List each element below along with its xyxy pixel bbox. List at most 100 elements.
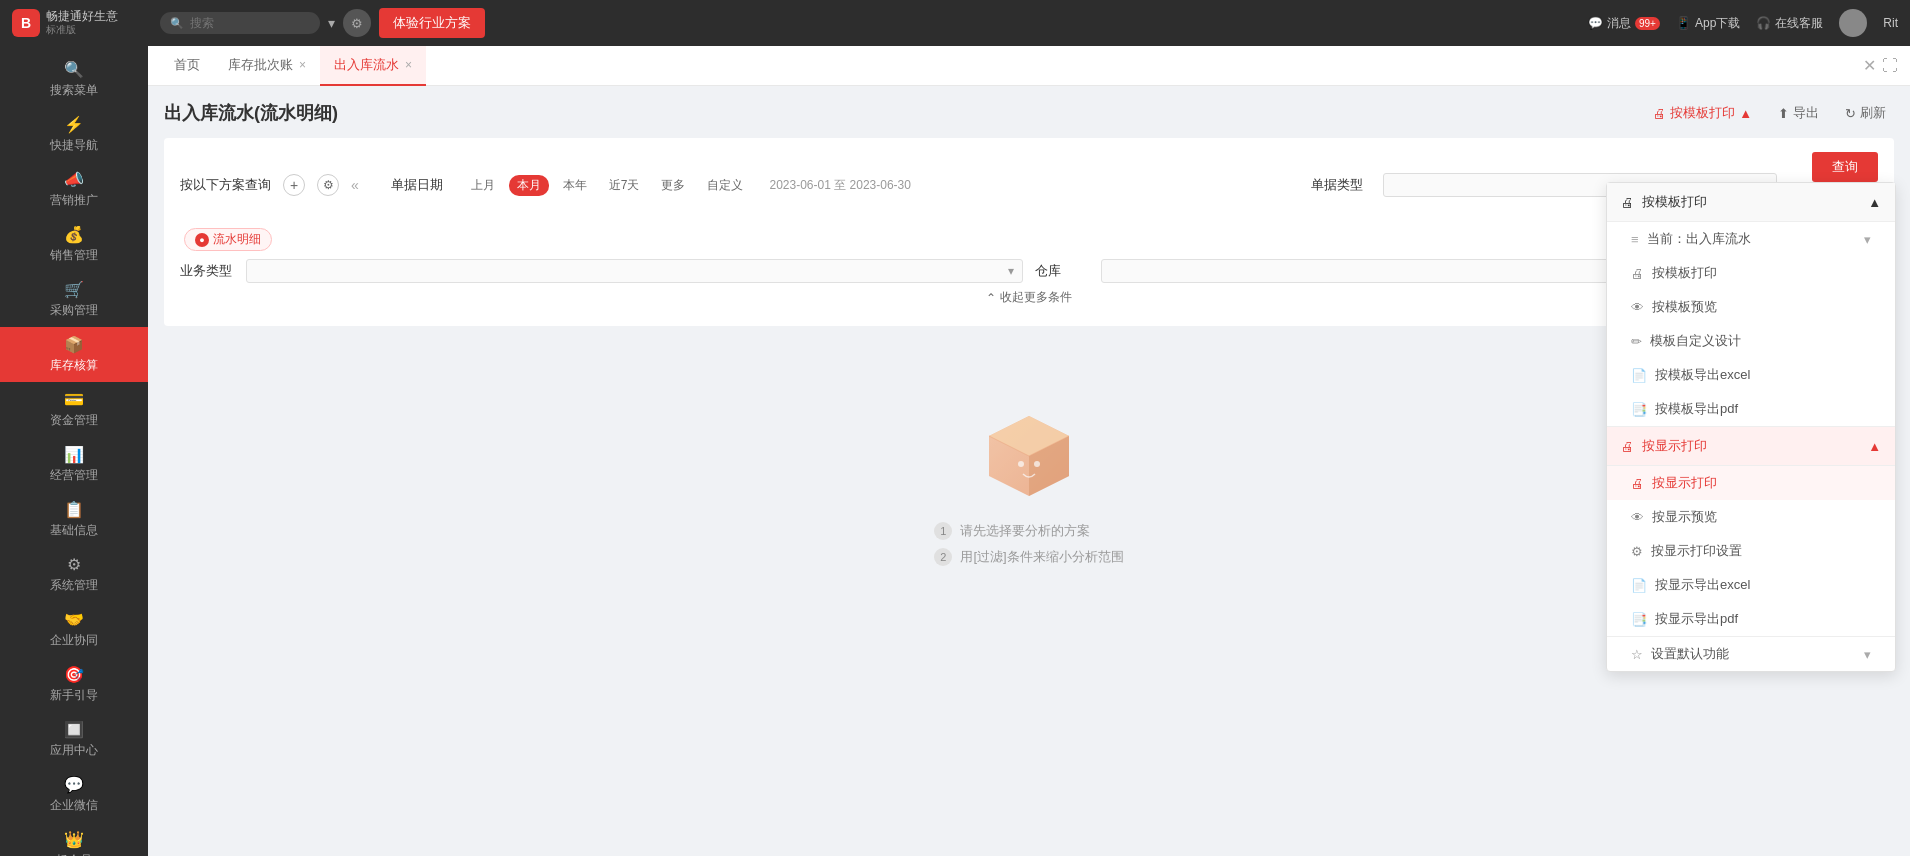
- template-custom-label: 模板自定义设计: [1650, 332, 1741, 350]
- collapse-more-label: 收起更多条件: [1000, 289, 1072, 306]
- collapse-arrow-icon: ⌃: [986, 291, 996, 305]
- sidebar-item-finance[interactable]: 💳 资金管理: [0, 382, 148, 437]
- page-title-bar: 出入库流水(流水明细) 🖨 按模板打印 ▲ ⬆ 导出 ↻ 刷新: [164, 100, 1894, 126]
- display-print-header-label: 按显示打印: [1642, 437, 1707, 455]
- sidebar-item-search[interactable]: 🔍 搜索菜单: [0, 52, 148, 107]
- sidebar-item-system[interactable]: ⚙ 系统管理: [0, 547, 148, 602]
- sidebar-item-inventory[interactable]: 📦 库存核算: [0, 327, 148, 382]
- sidebar-label-guide: 新手引导: [50, 687, 98, 704]
- page-title: 出入库流水(流水明细): [164, 101, 338, 125]
- default-icon: ☆: [1631, 647, 1643, 662]
- date-tab-more[interactable]: 更多: [653, 175, 693, 196]
- app-download-btn[interactable]: 📱 App下载: [1676, 15, 1740, 32]
- query-btn[interactable]: 查询: [1812, 152, 1878, 182]
- sidebar-item-enterprise[interactable]: 🤝 企业协同: [0, 602, 148, 657]
- search-input[interactable]: [190, 16, 300, 30]
- message-btn[interactable]: 💬 消息 99+: [1588, 15, 1660, 32]
- submenu-arrow-1: ▾: [1864, 232, 1871, 247]
- display-export-excel-item[interactable]: 📄 按显示导出excel: [1607, 568, 1895, 602]
- display-export-pdf-item[interactable]: 📑 按显示导出pdf: [1607, 602, 1895, 636]
- marketing-icon: 📣: [64, 170, 84, 189]
- sidebar-label-purchase: 采购管理: [50, 302, 98, 319]
- search-collapse-btn[interactable]: «: [351, 177, 359, 193]
- export-icon: ⬆: [1778, 106, 1789, 121]
- print-icon-2: 🖨: [1631, 266, 1644, 281]
- tab-home[interactable]: 首页: [160, 46, 214, 86]
- template-export-pdf-label: 按模板导出pdf: [1655, 400, 1738, 418]
- online-service-btn[interactable]: 🎧 在线客服: [1756, 15, 1823, 32]
- sidebar-item-app-center[interactable]: 🔲 应用中心: [0, 712, 148, 767]
- template-print-item[interactable]: 🖨 按模板打印: [1607, 256, 1895, 290]
- sidebar-item-operation[interactable]: 📊 经营管理: [0, 437, 148, 492]
- filter-tag: ● 流水明细: [184, 228, 272, 251]
- display-print-item[interactable]: 🖨 按显示打印: [1607, 466, 1895, 500]
- print-template-btn[interactable]: 🖨 按模板打印 ▲: [1645, 100, 1760, 126]
- template-export-excel-item[interactable]: 📄 按模板导出excel: [1607, 358, 1895, 392]
- settings-icon-2: ⚙: [1631, 544, 1643, 559]
- user-name: Rit: [1883, 16, 1898, 30]
- date-tab-custom[interactable]: 自定义: [699, 175, 751, 196]
- doc-type-label: 单据类型: [1311, 176, 1371, 194]
- export-btn[interactable]: ⬆ 导出: [1770, 100, 1827, 126]
- template-preview-label: 按模板预览: [1652, 298, 1717, 316]
- tab-home-label: 首页: [174, 56, 200, 74]
- quick-nav-icon: ⚡: [64, 115, 84, 134]
- sidebar-item-sales[interactable]: 💰 销售管理: [0, 217, 148, 272]
- tab-flow-close-btn[interactable]: ×: [405, 58, 412, 72]
- app-name: 畅捷通好生意: [46, 9, 118, 23]
- date-tab-last-month[interactable]: 上月: [463, 175, 503, 196]
- sidebar-item-quick-nav[interactable]: ⚡ 快捷导航: [0, 107, 148, 162]
- header-dropdown-icon[interactable]: ▾: [328, 15, 335, 31]
- app-center-icon: 🔲: [64, 720, 84, 739]
- display-print-settings-item[interactable]: ⚙ 按显示打印设置: [1607, 534, 1895, 568]
- header-settings-btn[interactable]: ⚙: [343, 9, 371, 37]
- display-print-section-header[interactable]: 🖨 按显示打印 ▲: [1607, 427, 1895, 466]
- main-layout: 🔍 搜索菜单 ⚡ 快捷导航 📣 营销推广 💰 销售管理 🛒 采购管理 📦 库存核…: [0, 46, 1910, 856]
- close-all-btn[interactable]: ✕: [1863, 56, 1876, 75]
- template-print-section-header[interactable]: 🖨 按模板打印 ▲: [1607, 183, 1895, 222]
- sidebar-item-wechat[interactable]: 💬 企业微信: [0, 767, 148, 822]
- search-icon: 🔍: [170, 17, 184, 30]
- sidebar-item-purchase[interactable]: 🛒 采购管理: [0, 272, 148, 327]
- tab-flow[interactable]: 出入库流水 ×: [320, 46, 426, 86]
- industry-btn[interactable]: 体验行业方案: [379, 8, 485, 38]
- app-download-label: App下载: [1695, 15, 1740, 32]
- sidebar-label-inventory: 库存核算: [50, 357, 98, 374]
- template-export-pdf-item[interactable]: 📑 按模板导出pdf: [1607, 392, 1895, 426]
- filter-tag-icon: ●: [195, 233, 209, 247]
- message-label: 消息: [1607, 15, 1631, 32]
- display-preview-item[interactable]: 👁 按显示预览: [1607, 500, 1895, 534]
- biz-type-select[interactable]: ▾: [246, 259, 1023, 283]
- sidebar-item-guide[interactable]: 🎯 新手引导: [0, 657, 148, 712]
- search-settings-small-btn[interactable]: ⚙: [317, 174, 339, 196]
- current-template-item[interactable]: ≡ 当前：出入库流水 ▾: [1607, 222, 1895, 256]
- template-preview-item[interactable]: 👁 按模板预览: [1607, 290, 1895, 324]
- display-export-pdf-label: 按显示导出pdf: [1655, 610, 1738, 628]
- sidebar-item-basic[interactable]: 📋 基础信息: [0, 492, 148, 547]
- sidebar-item-marketing[interactable]: 📣 营销推广: [0, 162, 148, 217]
- user-avatar[interactable]: [1839, 9, 1867, 37]
- date-tab-current-year[interactable]: 本年: [555, 175, 595, 196]
- search-add-btn[interactable]: +: [283, 174, 305, 196]
- default-submenu-arrow: ▾: [1864, 647, 1871, 662]
- date-tabs: 上月 本月 本年 近7天 更多 自定义: [463, 175, 752, 196]
- headset-icon: 🎧: [1756, 16, 1771, 30]
- date-tab-current-month[interactable]: 本月: [509, 175, 549, 196]
- print-template-label: 按模板打印: [1670, 104, 1735, 122]
- header-search[interactable]: 🔍: [160, 12, 320, 34]
- tab-batch-account[interactable]: 库存批次账 ×: [214, 46, 320, 86]
- template-custom-item[interactable]: ✏ 模板自定义设计: [1607, 324, 1895, 358]
- pdf-icon-1: 📑: [1631, 402, 1647, 417]
- tab-batch-close-btn[interactable]: ×: [299, 58, 306, 72]
- date-tab-last-7days[interactable]: 近7天: [601, 175, 648, 196]
- display-export-excel-label: 按显示导出excel: [1655, 576, 1750, 594]
- sales-icon: 💰: [64, 225, 84, 244]
- svg-point-5: [1018, 461, 1024, 467]
- sidebar-label-quick-nav: 快捷导航: [50, 137, 98, 154]
- set-default-function-item[interactable]: ☆ 设置默认功能 ▾: [1607, 637, 1895, 671]
- top-header: B 畅捷通好生意 标准版 🔍 ▾ ⚙ 体验行业方案 💬 消息 99+ 📱 App…: [0, 0, 1910, 46]
- printer-icon: 🖨: [1621, 195, 1634, 210]
- sidebar-item-vip[interactable]: 👑 畅会员: [0, 822, 148, 856]
- refresh-btn[interactable]: ↻ 刷新: [1837, 100, 1894, 126]
- maximize-btn[interactable]: ⛶: [1882, 57, 1898, 75]
